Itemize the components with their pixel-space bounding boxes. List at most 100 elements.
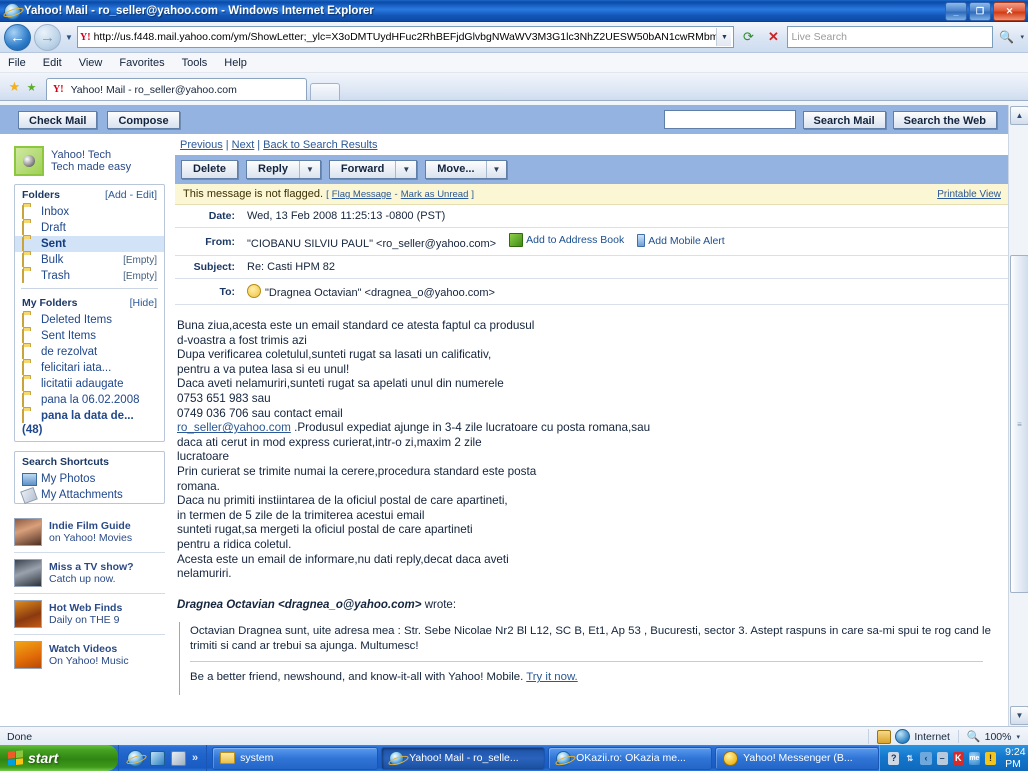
scrollbar-thumb[interactable]: ≡ — [1010, 255, 1028, 593]
media-player-icon[interactable] — [171, 750, 186, 766]
search-mail-button[interactable]: Search Mail — [802, 110, 886, 129]
shortcut-my-photos[interactable]: My Photos — [15, 471, 164, 487]
menu-item-file[interactable]: File — [8, 57, 26, 69]
search-input[interactable]: Live Search — [787, 26, 994, 48]
reply-button[interactable]: Reply ▼ — [246, 160, 321, 179]
taskbar-item-yahoo-messenger[interactable]: Yahoo! Messenger (B... — [715, 746, 880, 770]
sidebar-myfolder-licitatii[interactable]: licitatii adaugate — [15, 376, 164, 392]
sidebar-myfolder-sent-items[interactable]: Sent Items — [15, 328, 164, 344]
my-folders-hide-link[interactable]: [Hide] — [130, 297, 157, 309]
url-input[interactable]: Y! http://us.f448.mail.yahoo.com/ym/Show… — [77, 26, 735, 48]
restore-button[interactable]: ❐ — [969, 2, 991, 21]
warning-icon[interactable]: ! — [984, 751, 997, 765]
sidebar-myfolder-de-rezolvat[interactable]: de rezolvat — [15, 344, 164, 360]
menu-item-favorites[interactable]: Favorites — [119, 57, 164, 69]
folders-add-edit-link[interactable]: [Add - Edit] — [105, 189, 157, 201]
sidebar-folder-inbox[interactable]: Inbox — [15, 204, 164, 220]
yahoo-favicon-icon: Y! — [53, 84, 64, 95]
sidebar-myfolder-felicitari[interactable]: felicitari iata... — [15, 360, 164, 376]
refresh-button[interactable]: ⟳ — [737, 26, 759, 48]
back-to-search-results-link[interactable]: Back to Search Results — [263, 139, 377, 151]
reply-dropdown-icon[interactable]: ▼ — [299, 161, 320, 178]
folder-count[interactable]: [Empty] — [123, 255, 157, 266]
url-dropdown-button[interactable]: ▼ — [716, 28, 732, 46]
zoom-cell[interactable]: 🔍 100% ▾ — [957, 730, 1028, 743]
flag-bar: This message is not flagged. [ Flag Mess… — [175, 184, 1009, 205]
sidebar-folder-bulk[interactable]: Bulk [Empty] — [15, 252, 164, 268]
messenger-icon[interactable]: me — [968, 751, 980, 765]
stop-button[interactable]: ✕ — [762, 26, 784, 48]
browser-tab[interactable]: Y! Yahoo! Mail - ro_seller@yahoo.com — [46, 78, 307, 100]
back-button[interactable]: ← — [4, 23, 31, 51]
menu-item-edit[interactable]: Edit — [43, 57, 62, 69]
add-to-address-book-link[interactable]: Add to Address Book — [509, 233, 624, 247]
sidebar-promo[interactable]: Yahoo! Tech Tech made easy — [0, 140, 175, 184]
sidebar-ad[interactable]: Watch Videos On Yahoo! Music — [14, 634, 165, 675]
new-tab-button[interactable] — [310, 83, 340, 100]
security-zone-cell[interactable]: Internet — [868, 729, 958, 744]
try-it-now-link[interactable]: Try it now. — [526, 671, 577, 683]
back-icon[interactable]: ‹ — [920, 751, 932, 765]
mark-as-unread-link[interactable]: Mark as Unread — [401, 189, 469, 200]
kaspersky-icon[interactable]: K — [952, 751, 964, 765]
sidebar-folder-sent[interactable]: Sent — [15, 236, 164, 252]
sidebar-ad[interactable]: Miss a TV show? Catch up now. — [14, 552, 165, 593]
forward-dropdown-icon[interactable]: ▼ — [395, 161, 416, 178]
check-mail-button[interactable]: Check Mail — [18, 110, 98, 129]
add-favorite-button[interactable]: ★ — [23, 78, 40, 96]
zoom-dropdown-icon[interactable]: ▾ — [1016, 733, 1020, 741]
flag-message-link[interactable]: Flag Message — [332, 189, 392, 200]
delete-button[interactable]: Delete — [181, 160, 239, 179]
close-button[interactable]: ✕ — [993, 2, 1026, 21]
clock[interactable]: 9:24 PM — [1005, 746, 1028, 770]
previous-link[interactable]: Previous — [180, 139, 223, 151]
forward-button[interactable]: Forward ▼ — [328, 160, 418, 179]
menu-item-view[interactable]: View — [79, 57, 103, 69]
start-button[interactable]: start — [0, 745, 118, 771]
quick-launch-overflow[interactable]: » — [192, 752, 198, 764]
scroll-up-button[interactable]: ▲ — [1010, 106, 1028, 125]
sidebar-ad[interactable]: Hot Web Finds Daily on THE 9 — [14, 593, 165, 634]
move-dropdown-icon[interactable]: ▼ — [485, 161, 507, 178]
sidebar-folder-trash[interactable]: Trash [Empty] — [15, 268, 164, 284]
sidebar-myfolder-pana-la-data-de[interactable]: pana la data de... — [15, 408, 164, 424]
taskbar-item-okazii[interactable]: OKazii.ro: OKazia me... — [548, 746, 713, 770]
sidebar-folder-draft[interactable]: Draft — [15, 220, 164, 236]
folder-count[interactable]: [Empty] — [123, 271, 157, 282]
favorites-center-button[interactable]: ★ — [6, 78, 23, 96]
ad-line2: on Yahoo! Movies — [49, 532, 133, 544]
add-mobile-alert-link[interactable]: Add Mobile Alert — [637, 234, 725, 247]
sidebar-myfolder-pana-la-06022008[interactable]: pana la 06.02.2008 — [15, 392, 164, 408]
folder-icon — [22, 377, 36, 391]
yahoo-search-input[interactable] — [663, 110, 796, 129]
recent-pages-button[interactable]: ▼ — [64, 33, 74, 42]
printable-view-link[interactable]: Printable View — [937, 189, 1001, 200]
help-icon[interactable]: ? — [888, 751, 900, 765]
compose-button[interactable]: Compose — [107, 110, 180, 129]
next-link[interactable]: Next — [232, 139, 255, 151]
search-go-button[interactable]: 🔍 — [996, 26, 1016, 48]
sidebar-myfolder-deleted-items[interactable]: Deleted Items — [15, 312, 164, 328]
taskbar-item-system[interactable]: system — [212, 746, 379, 770]
ie-icon[interactable] — [127, 749, 144, 767]
mute-icon[interactable]: – — [936, 751, 948, 765]
forward-button[interactable]: → — [34, 23, 61, 51]
scroll-down-button[interactable]: ▼ — [1010, 706, 1028, 725]
ad-thumbnail — [14, 641, 42, 669]
menu-item-help[interactable]: Help — [224, 57, 247, 69]
minimize-button[interactable]: _ — [945, 2, 967, 21]
shortcut-my-attachments[interactable]: My Attachments — [15, 486, 164, 505]
taskbar-item-yahoo-mail[interactable]: Yahoo! Mail - ro_selle... — [381, 746, 546, 770]
folder-label: pana la data de... — [41, 410, 134, 422]
search-web-button[interactable]: Search the Web — [892, 110, 997, 129]
sender-email-link[interactable]: ro_seller@yahoo.com — [177, 421, 291, 434]
sidebar-ad[interactable]: Indie Film Guide on Yahoo! Movies — [14, 512, 165, 552]
folder-icon — [22, 361, 36, 375]
network-icon[interactable]: ⇅ — [904, 752, 915, 765]
vertical-scrollbar[interactable]: ▲ ≡ ▼ — [1008, 105, 1028, 726]
menu-item-tools[interactable]: Tools — [182, 57, 208, 69]
body-line: Daca nu primiti instiintarea de la ofici… — [177, 494, 508, 508]
move-button[interactable]: Move... ▼ — [425, 160, 508, 179]
show-desktop-icon[interactable] — [150, 750, 165, 766]
search-provider-button[interactable]: ▾ — [1020, 33, 1024, 41]
